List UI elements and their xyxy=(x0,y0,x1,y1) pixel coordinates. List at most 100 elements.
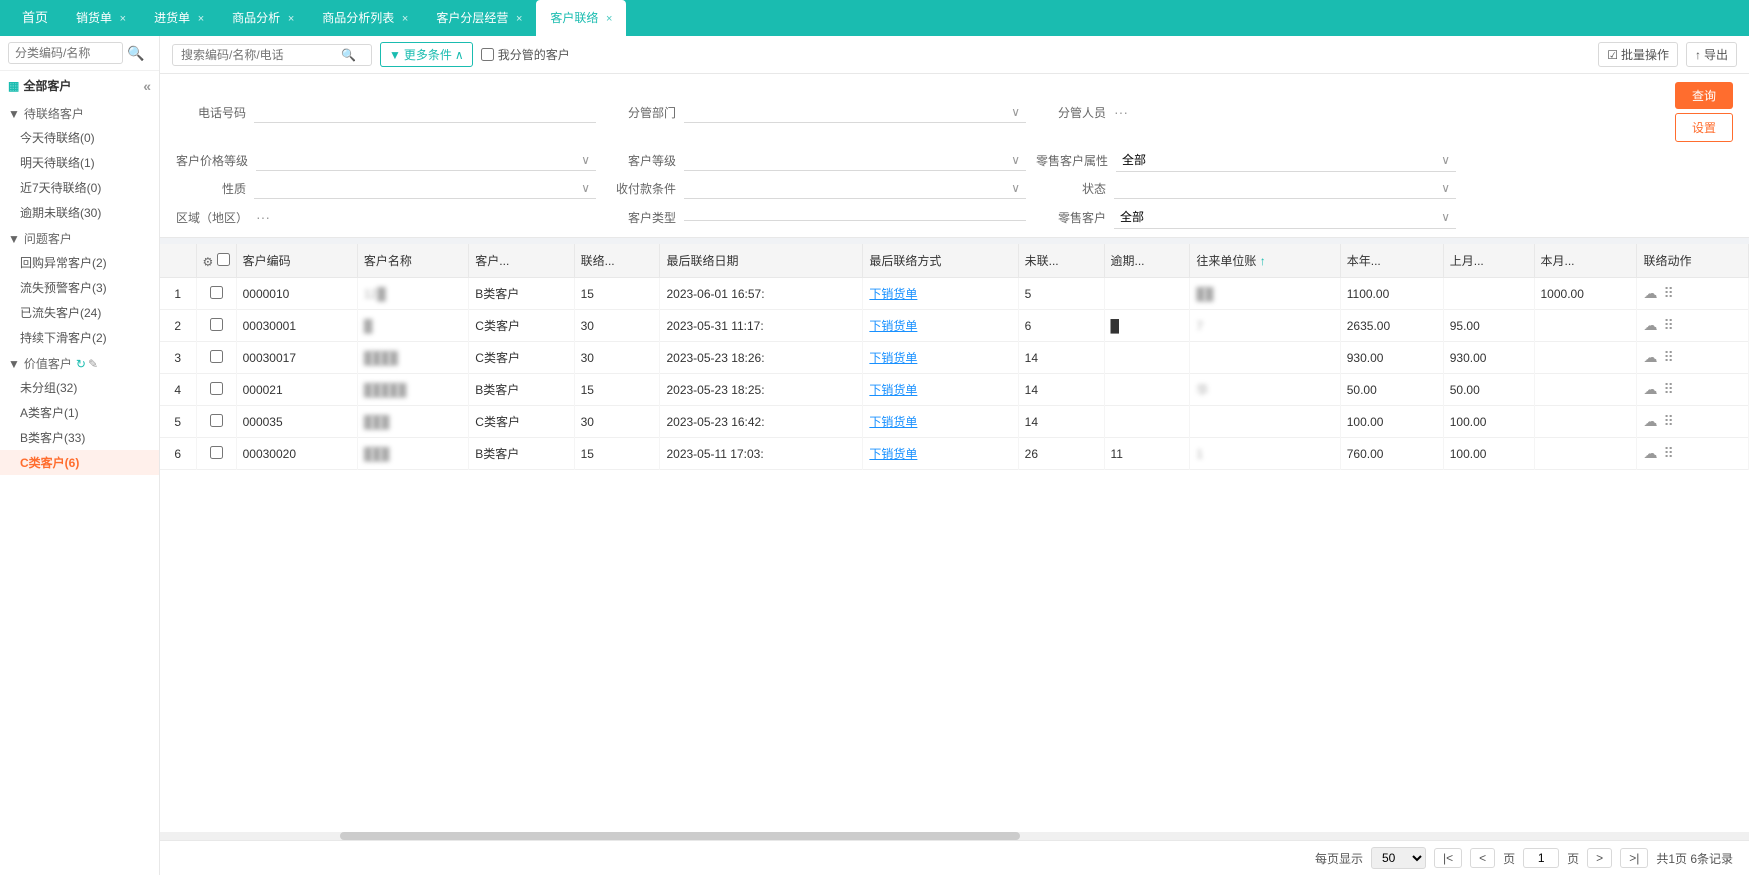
close-customer-tier-icon[interactable]: × xyxy=(516,13,522,25)
more-icon[interactable]: ⠿ xyxy=(1663,317,1673,334)
last-page-btn[interactable]: >| xyxy=(1620,848,1648,868)
row-checkbox[interactable] xyxy=(210,286,223,299)
customer-grade-select[interactable]: ∨ xyxy=(684,150,1026,171)
value-group-title[interactable]: ▼ 价值客户 ↻ ✎ xyxy=(0,350,159,375)
more-icon[interactable]: ⠿ xyxy=(1663,381,1673,398)
retail-attr-select[interactable]: 全部 ∨ xyxy=(1116,148,1456,172)
set-button[interactable]: 设置 xyxy=(1675,113,1733,142)
last-method-link[interactable]: 下销货单 xyxy=(869,351,917,365)
sidebar-search-input[interactable] xyxy=(8,42,123,64)
row-number: 5 xyxy=(160,406,196,438)
per-page-select[interactable]: 50 100 xyxy=(1371,847,1426,869)
batch-operation-button[interactable]: ☑ 批量操作 xyxy=(1598,42,1678,67)
row-checkbox[interactable] xyxy=(210,350,223,363)
nav-customer-contact[interactable]: 客户联络 × xyxy=(536,0,626,36)
sidebar-search-icon[interactable]: 🔍 xyxy=(127,45,144,62)
nav-customer-tier[interactable]: 客户分层经营 × xyxy=(422,0,536,36)
sidebar-item-churn-warning[interactable]: 流失预警客户(3) xyxy=(0,275,159,300)
search-icon[interactable]: 🔍 xyxy=(341,48,356,62)
contact-icon[interactable]: ☁ xyxy=(1643,413,1657,430)
sidebar-item-declining[interactable]: 持续下滑客户(2) xyxy=(0,325,159,350)
refresh-icon[interactable]: ↻ xyxy=(76,357,86,371)
close-customer-contact-icon[interactable]: × xyxy=(606,13,612,25)
gender-select[interactable]: ∨ xyxy=(254,178,596,199)
close-product-analysis-icon[interactable]: × xyxy=(288,13,294,25)
table-header-row: ⚙ 客户编码 客户名称 客户... 联络... 最后联络日期 最后联络方式 未联… xyxy=(160,244,1749,278)
next-page-btn[interactable]: > xyxy=(1587,848,1612,868)
phone-input[interactable] xyxy=(254,102,596,123)
contact-icon[interactable]: ☁ xyxy=(1643,445,1657,462)
nav-product-list[interactable]: 商品分析列表 × xyxy=(308,0,422,36)
dept-select[interactable]: ∨ xyxy=(684,102,1026,123)
contact-icon[interactable]: ☁ xyxy=(1643,349,1657,366)
prev-page-btn[interactable]: < xyxy=(1470,848,1495,868)
nav-sales[interactable]: 销货单 × xyxy=(62,0,140,36)
row-checkbox-cell xyxy=(196,310,236,342)
row-checkbox[interactable] xyxy=(210,382,223,395)
sidebar-item-repurchase-abnormal[interactable]: 回购异常客户(2) xyxy=(0,250,159,275)
retail-attr-field: 零售客户属性 全部 ∨ xyxy=(1036,148,1456,172)
edit-icon[interactable]: ✎ xyxy=(88,357,98,371)
sidebar-item-a-class[interactable]: A类客户(1) xyxy=(0,400,159,425)
nav-home[interactable]: 首页 xyxy=(8,0,62,36)
more-icon[interactable]: ⠿ xyxy=(1663,413,1673,430)
contact-icon[interactable]: ☁ xyxy=(1643,285,1657,302)
table-row: 3 00030017 ████ C类客户 30 2023-05-23 18:26… xyxy=(160,342,1749,374)
sidebar-item-7days[interactable]: 近7天待联络(0) xyxy=(0,175,159,200)
row-actions: ☁ ⠿ xyxy=(1637,310,1749,342)
sidebar-item-b-class[interactable]: B类客户(33) xyxy=(0,425,159,450)
last-method-link[interactable]: 下销货单 xyxy=(869,415,917,429)
more-icon[interactable]: ⠿ xyxy=(1663,285,1673,302)
sidebar-item-c-class[interactable]: C类客户(6) xyxy=(0,450,159,475)
last-method-link[interactable]: 下销货单 xyxy=(869,319,917,333)
contact-icon[interactable]: ☁ xyxy=(1643,381,1657,398)
filter-panel: 电话号码 分管部门 ∨ 分管人员 ··· 查询 设置 xyxy=(160,74,1749,238)
more-icon[interactable]: ⠿ xyxy=(1663,445,1673,462)
sidebar-item-churned[interactable]: 已流失客户(24) xyxy=(0,300,159,325)
region-dots[interactable]: ··· xyxy=(256,209,270,225)
problem-group-title[interactable]: ▼ 问题客户 xyxy=(0,225,159,250)
last-method-link[interactable]: 下销货单 xyxy=(869,447,917,461)
horizontal-scrollbar[interactable] xyxy=(160,832,1749,840)
all-customers-title[interactable]: ▦ 全部客户 « xyxy=(0,71,159,100)
export-button[interactable]: ↑ 导出 xyxy=(1686,42,1737,67)
my-customers-checkbox-label[interactable]: 我分管的客户 xyxy=(481,46,570,63)
first-page-btn[interactable]: |< xyxy=(1434,848,1462,868)
retail-customer-label: 零售客户 xyxy=(1036,209,1106,226)
sidebar-item-today[interactable]: 今天待联络(0) xyxy=(0,125,159,150)
close-product-list-icon[interactable]: × xyxy=(402,13,408,25)
customer-type-select[interactable] xyxy=(684,214,1026,221)
my-customers-checkbox[interactable] xyxy=(481,48,494,61)
nav-purchase[interactable]: 进货单 × xyxy=(140,0,218,36)
scrollbar-thumb[interactable] xyxy=(340,832,1020,840)
row-unlinked: 14 xyxy=(1018,342,1104,374)
price-grade-select[interactable]: ∨ xyxy=(256,150,596,171)
page-input[interactable] xyxy=(1523,848,1559,868)
table-row: 2 00030001 █ C类客户 30 2023-05-31 11:17: 下… xyxy=(160,310,1749,342)
close-sales-icon[interactable]: × xyxy=(120,13,126,25)
sidebar-item-overdue[interactable]: 逾期未联络(30) xyxy=(0,200,159,225)
sidebar-item-tomorrow[interactable]: 明天待联络(1) xyxy=(0,150,159,175)
nav-product-analysis[interactable]: 商品分析 × xyxy=(218,0,308,36)
settings-icon[interactable]: ⚙ xyxy=(203,255,214,269)
pending-group-title[interactable]: ▼ 待联络客户 xyxy=(0,100,159,125)
more-icon[interactable]: ⠿ xyxy=(1663,349,1673,366)
more-conditions-button[interactable]: ▼ 更多条件 ∧ xyxy=(380,42,473,67)
row-checkbox[interactable] xyxy=(210,318,223,331)
row-checkbox[interactable] xyxy=(210,414,223,427)
status-select[interactable]: ∨ xyxy=(1114,178,1456,199)
manager-dots[interactable]: ··· xyxy=(1114,104,1128,120)
retail-customer-select[interactable]: 全部 ∨ xyxy=(1114,205,1456,229)
row-checkbox[interactable] xyxy=(210,446,223,459)
query-button[interactable]: 查询 xyxy=(1675,82,1733,109)
contact-icon[interactable]: ☁ xyxy=(1643,317,1657,334)
last-method-link[interactable]: 下销货单 xyxy=(869,383,917,397)
close-purchase-icon[interactable]: × xyxy=(198,13,204,25)
search-input[interactable] xyxy=(181,48,341,62)
collapse-icon[interactable]: « xyxy=(143,78,151,94)
last-method-link[interactable]: 下销货单 xyxy=(869,287,917,301)
select-all-checkbox[interactable] xyxy=(217,253,230,266)
payment-select[interactable]: ∨ xyxy=(684,178,1026,199)
col-number-header xyxy=(160,244,196,278)
sidebar-item-ungroup[interactable]: 未分组(32) xyxy=(0,375,159,400)
